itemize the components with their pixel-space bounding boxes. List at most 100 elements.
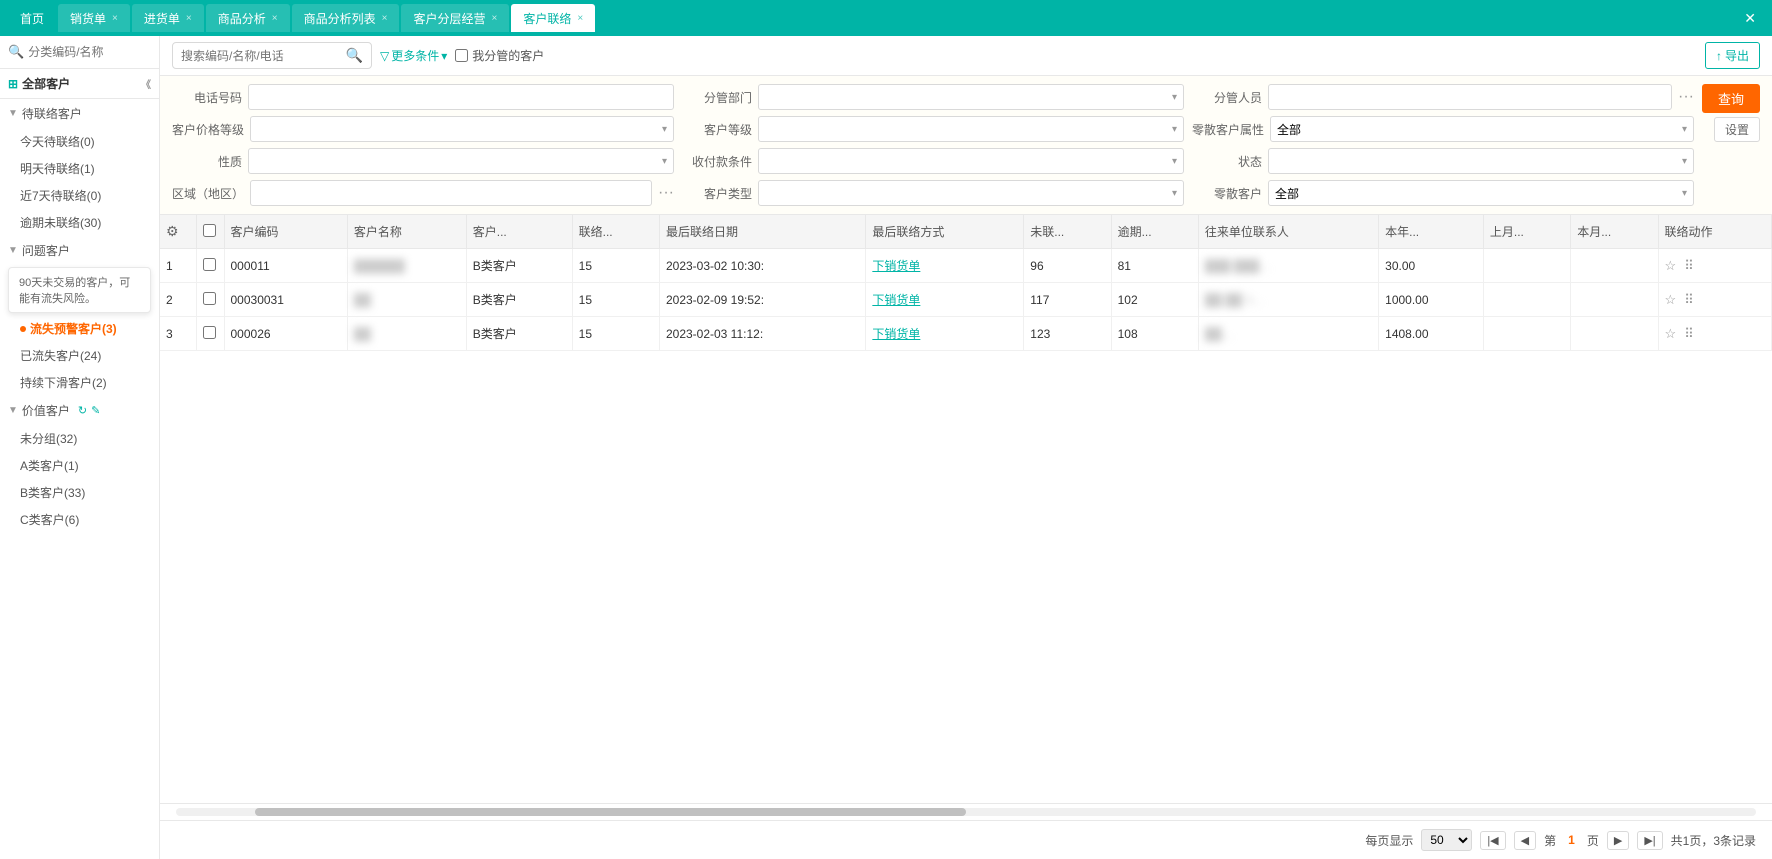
more-icon[interactable]: ··· — [658, 184, 674, 202]
close-icon[interactable]: × — [382, 13, 388, 24]
chevron-down-icon: ▾ — [1682, 156, 1687, 167]
customer-type-select[interactable]: ▾ — [758, 180, 1184, 206]
contact-icon[interactable]: ☆ — [1665, 326, 1677, 342]
scroll-thumb[interactable] — [255, 808, 966, 816]
sidebar-item-class-b[interactable]: B类客户(33) — [0, 479, 159, 506]
close-icon[interactable]: × — [577, 13, 583, 24]
sidebar-search-input[interactable] — [28, 45, 151, 59]
row-select-checkbox[interactable] — [203, 258, 216, 271]
status-select[interactable]: ▾ — [1268, 148, 1694, 174]
sidebar-item-overdue[interactable]: 逾期未联络(30) — [0, 209, 159, 236]
row-select-checkbox[interactable] — [203, 292, 216, 305]
nav-home[interactable]: 首页 — [8, 4, 56, 32]
edit-icon[interactable]: ✎ — [91, 404, 100, 417]
nav-tab-product-analysis[interactable]: 商品分析 × — [206, 4, 290, 32]
sidebar-item-class-c[interactable]: C类客户(6) — [0, 506, 159, 533]
window-close-button[interactable]: ✕ — [1736, 6, 1764, 31]
sidebar-item-7days[interactable]: 近7天待联络(0) — [0, 182, 159, 209]
dept-select[interactable]: ▾ — [758, 84, 1184, 110]
zero-attr-select[interactable]: 全部 ▾ — [1270, 116, 1694, 142]
nav-tab-purchase[interactable]: 进货单 × — [132, 4, 204, 32]
row-select-checkbox[interactable] — [203, 326, 216, 339]
filter-row-3: 性质 ▾ 收付款条件 ▾ — [172, 148, 1694, 174]
settings-button[interactable]: 设置 — [1714, 117, 1760, 142]
row-checkbox[interactable] — [196, 249, 224, 283]
sidebar-item-churn-warning[interactable]: 流失预警客户(3) — [0, 315, 159, 342]
phone-input[interactable] — [248, 84, 674, 110]
row-last-month — [1483, 317, 1570, 351]
next-page-button[interactable]: ▶ — [1607, 831, 1629, 850]
row-last-method[interactable]: 下销货单 — [866, 283, 1024, 317]
more-action-icon[interactable]: ⠿ — [1684, 258, 1694, 274]
prev-page-button[interactable]: ◀ — [1514, 831, 1536, 850]
more-action-icon[interactable]: ⠿ — [1684, 326, 1694, 342]
more-conditions-button[interactable]: ▽ 更多条件 ▾ — [380, 47, 447, 64]
nav-tab-customer-tier[interactable]: 客户分层经营 × — [401, 4, 509, 32]
close-icon[interactable]: × — [112, 13, 118, 24]
gender-select[interactable]: ▾ — [248, 148, 674, 174]
table-header-contact[interactable]: 联络... — [572, 215, 659, 249]
table-header-last-method[interactable]: 最后联络方式 — [866, 215, 1024, 249]
row-checkbox[interactable] — [196, 283, 224, 317]
table-header-name[interactable]: 客户名称 — [347, 215, 466, 249]
sidebar-item-tomorrow[interactable]: 明天待联络(1) — [0, 155, 159, 182]
row-last-method[interactable]: 下销货单 — [866, 249, 1024, 283]
table-header-checkbox[interactable] — [196, 215, 224, 249]
table-header-overdue[interactable]: 逾期... — [1111, 215, 1198, 249]
collapse-icon[interactable]: 《 — [141, 76, 151, 91]
query-button[interactable]: 查询 — [1702, 84, 1760, 113]
sidebar-item-ungrouped[interactable]: 未分组(32) — [0, 425, 159, 452]
table-header-unit-contact[interactable]: 往来单位联系人 — [1198, 215, 1378, 249]
nav-tab-sales[interactable]: 销货单 × — [58, 4, 130, 32]
close-icon[interactable]: × — [491, 13, 497, 24]
sidebar-group-problem[interactable]: ▼ 问题客户 — [0, 236, 159, 265]
price-level-select[interactable]: ▾ — [250, 116, 674, 142]
nav-tab-customer-contact[interactable]: 客户联络 × — [511, 4, 595, 32]
page-size-select[interactable]: 50 20 100 — [1421, 829, 1472, 851]
table-header-this-month[interactable]: 本月... — [1571, 215, 1658, 249]
table-header-type[interactable]: 客户... — [466, 215, 572, 249]
sidebar-item-class-a[interactable]: A类客户(1) — [0, 452, 159, 479]
sidebar-item-declining[interactable]: 持续下滑客户(2) — [0, 369, 159, 396]
table-header-gear[interactable]: ⚙ — [160, 215, 196, 249]
gear-icon[interactable]: ⚙ — [166, 223, 179, 239]
row-code: 00030031 — [224, 283, 347, 317]
filter-field-status: 状态 ▾ — [1192, 148, 1694, 174]
close-icon[interactable]: × — [272, 13, 278, 24]
zero-customer-select[interactable]: 全部 ▾ — [1268, 180, 1694, 206]
close-icon[interactable]: × — [186, 13, 192, 24]
region-select[interactable] — [250, 180, 652, 206]
table-header-code[interactable]: 客户编码 — [224, 215, 347, 249]
export-button[interactable]: ↑ 导出 — [1705, 42, 1760, 69]
horizontal-scrollbar[interactable] — [160, 803, 1772, 820]
sidebar-item-churned[interactable]: 已流失客户(24) — [0, 342, 159, 369]
select-all-checkbox[interactable] — [203, 224, 216, 237]
all-customers-header[interactable]: ⊞ 全部客户 《 — [0, 69, 159, 99]
table-header-unlisted[interactable]: 未联... — [1024, 215, 1111, 249]
table-header-last-date[interactable]: 最后联络日期 — [659, 215, 865, 249]
my-customers-checkbox[interactable] — [455, 49, 468, 62]
row-last-method[interactable]: 下销货单 — [866, 317, 1024, 351]
more-action-icon[interactable]: ⠿ — [1684, 292, 1694, 308]
table-row: 3 000026 ██ B类客户 15 2023-02-03 11:12: 下销… — [160, 317, 1772, 351]
scroll-track[interactable] — [176, 808, 1756, 816]
table-header-this-year[interactable]: 本年... — [1379, 215, 1484, 249]
customer-level-select[interactable]: ▾ — [758, 116, 1184, 142]
person-select[interactable] — [1268, 84, 1672, 110]
table-header-last-month[interactable]: 上月... — [1483, 215, 1570, 249]
search-button[interactable]: 🔍 — [346, 47, 363, 64]
contact-icon[interactable]: ☆ — [1665, 258, 1677, 274]
filter-search-input[interactable] — [181, 49, 342, 63]
row-checkbox[interactable] — [196, 317, 224, 351]
nav-tab-product-list[interactable]: 商品分析列表 × — [292, 4, 400, 32]
payment-select[interactable]: ▾ — [758, 148, 1184, 174]
first-page-button[interactable]: |◀ — [1480, 831, 1505, 850]
sidebar-item-today[interactable]: 今天待联络(0) — [0, 128, 159, 155]
more-icon[interactable]: ··· — [1678, 88, 1694, 106]
refresh-icon[interactable]: ↻ — [78, 404, 87, 417]
sidebar-group-pending[interactable]: ▼ 待联络客户 — [0, 99, 159, 128]
sidebar-group-value[interactable]: ▼ 价值客户 ↻ ✎ — [0, 396, 159, 425]
filter-field-payment: 收付款条件 ▾ — [682, 148, 1184, 174]
last-page-button[interactable]: ▶| — [1637, 831, 1662, 850]
contact-icon[interactable]: ☆ — [1665, 292, 1677, 308]
